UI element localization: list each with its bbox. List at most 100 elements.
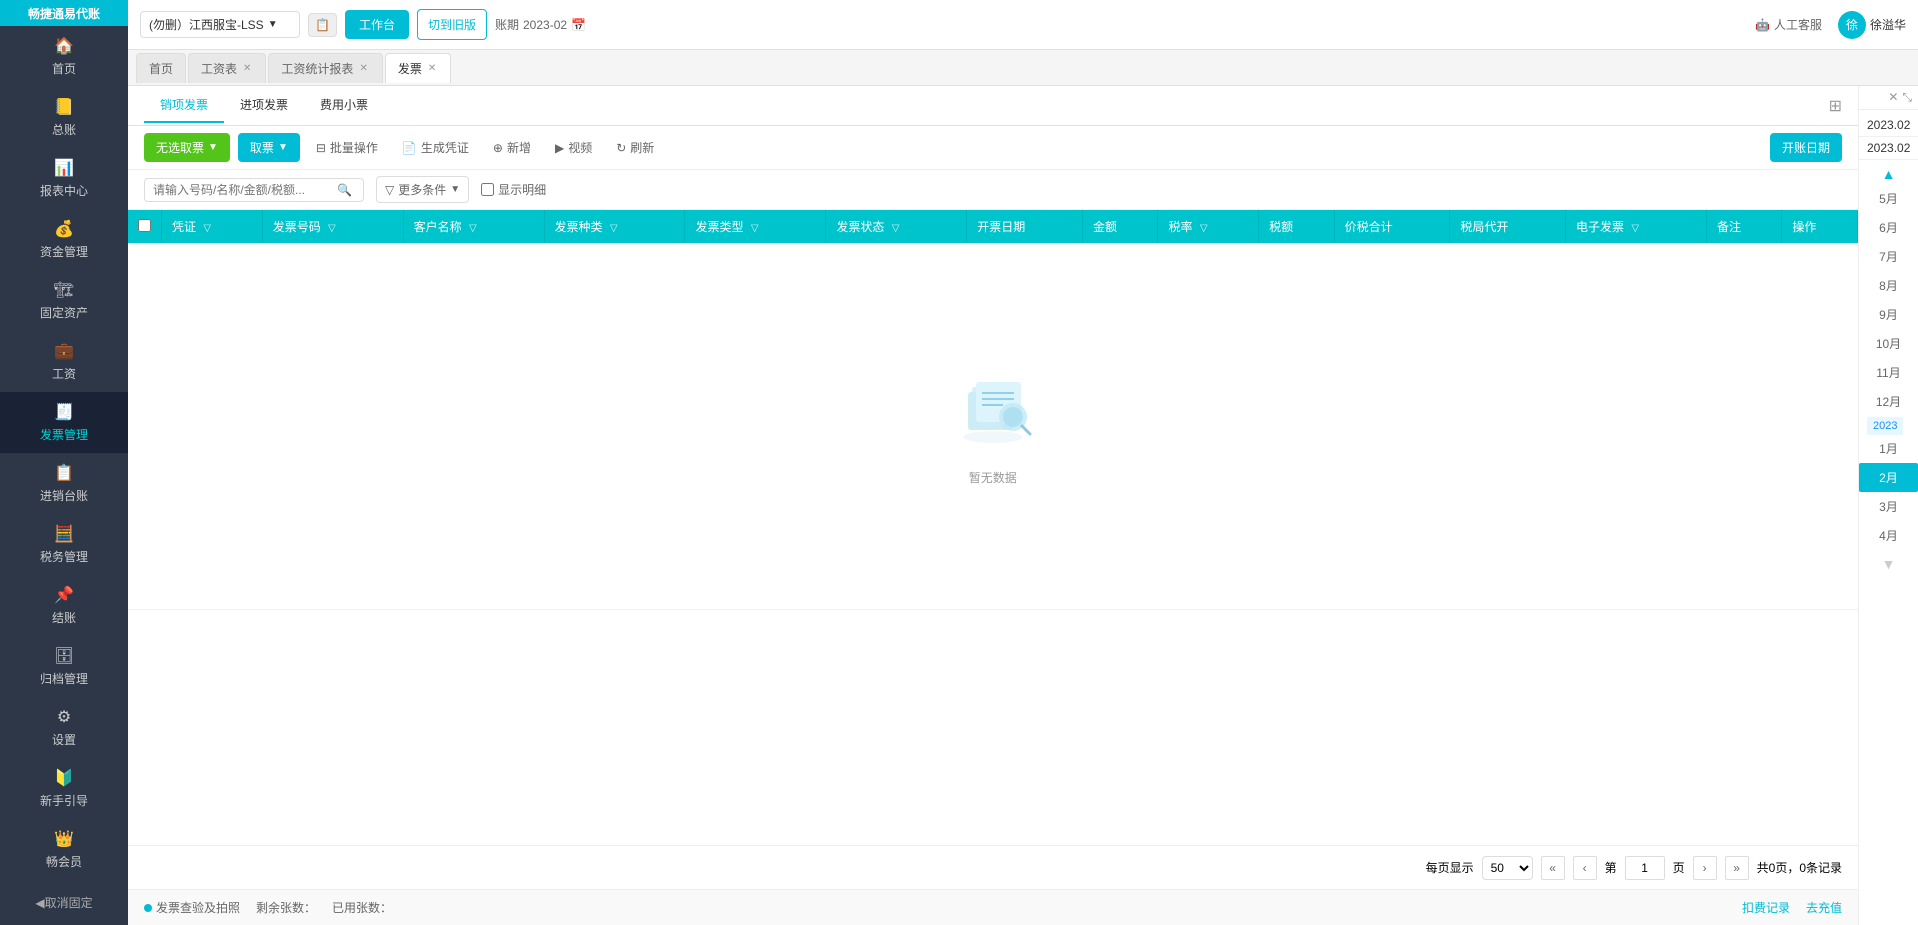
new-button[interactable]: ⊕ 新增	[485, 135, 539, 160]
th-invoice-status-filter-icon[interactable]: ▽	[892, 223, 900, 234]
tab-salary-table-close[interactable]: ✕	[241, 63, 253, 74]
sidebar-item-assets[interactable]: 🏗 固定资产	[0, 270, 128, 331]
last-page-button[interactable]: »	[1725, 856, 1749, 880]
month-12[interactable]: 12月	[1859, 387, 1918, 416]
select-all-checkbox[interactable]	[138, 219, 151, 232]
no-selection-button[interactable]: 无选取票 ▼	[144, 133, 230, 162]
sidebar-item-funds[interactable]: 💰 资金管理	[0, 209, 128, 270]
sidebar-item-salary[interactable]: 💼 工资	[0, 331, 128, 392]
sales-ledger-icon: 📋	[54, 463, 74, 483]
toolbar: 无选取票 ▼ 取票 ▼ ⊟ 批量操作 📄 生成凭证	[128, 126, 1858, 170]
prev-page-button[interactable]: ‹	[1573, 856, 1597, 880]
generate-cert-button[interactable]: 📄 生成凭证	[394, 135, 477, 160]
th-action: 操作	[1782, 210, 1858, 243]
filter-bar: 🔍 ▽ 更多条件 ▼ 显示明细	[128, 170, 1858, 210]
th-electronic-filter-icon[interactable]: ▽	[1631, 223, 1639, 234]
recharge-link[interactable]: 去充值	[1806, 899, 1842, 916]
user-info[interactable]: 徐 徐溢华	[1838, 11, 1906, 39]
home-icon: 🏠	[54, 36, 74, 56]
show-detail-input[interactable]	[481, 183, 494, 196]
th-tax-authority: 税局代开	[1450, 210, 1566, 243]
sub-tab-expense-receipt[interactable]: 费用小票	[304, 88, 384, 123]
sidebar-item-home[interactable]: 🏠 首页	[0, 26, 128, 87]
th-voucher-filter-icon[interactable]: ▽	[203, 223, 211, 234]
month-5[interactable]: 5月	[1859, 184, 1918, 213]
sidebar-item-member[interactable]: 👑 畅会员	[0, 819, 128, 880]
search-input[interactable]	[153, 183, 333, 197]
month-3[interactable]: 3月	[1859, 492, 1918, 521]
archive-icon: 🗄	[54, 646, 74, 666]
first-page-button[interactable]: «	[1541, 856, 1565, 880]
th-invoice-type-filter-icon[interactable]: ▽	[751, 223, 759, 234]
batch-ops-button[interactable]: ⊟ 批量操作	[308, 135, 386, 160]
search-icon[interactable]: 🔍	[337, 183, 352, 197]
date-panel-expand-icon[interactable]: ⤡	[1902, 90, 1912, 105]
sidebar-item-archive[interactable]: 🗄 归档管理	[0, 636, 128, 697]
pagination: 每页显示 50 20 100 « ‹ 第 页 › » 共0页，0条记录	[128, 845, 1858, 889]
tab-salary-stats[interactable]: 工资统计报表 ✕	[268, 53, 382, 83]
tab-salary-stats-close[interactable]: ✕	[357, 63, 369, 74]
footer-dot-icon	[144, 904, 152, 912]
more-filter-button[interactable]: ▽ 更多条件 ▼	[376, 176, 469, 203]
per-page-select[interactable]: 50 20 100	[1482, 856, 1533, 880]
sidebar-item-tax[interactable]: 🧮 税务管理	[0, 514, 128, 575]
th-invoice-number-filter-icon[interactable]: ▽	[328, 223, 336, 234]
month-4[interactable]: 4月	[1859, 521, 1918, 550]
month-8[interactable]: 8月	[1859, 271, 1918, 300]
copy-button[interactable]: 📋	[308, 13, 337, 37]
more-filter-dropdown-icon: ▼	[450, 184, 460, 195]
sidebar-item-settings[interactable]: ⚙ 设置	[0, 697, 128, 758]
month-9[interactable]: 9月	[1859, 300, 1918, 329]
guide-icon: 🔰	[54, 768, 74, 788]
month-2-active[interactable]: 2月	[1859, 463, 1918, 492]
sidebar-item-reports[interactable]: 📊 报表中心	[0, 148, 128, 209]
toolbar-actions: 无选取票 ▼ 取票 ▼ ⊟ 批量操作 📄 生成凭证	[144, 133, 662, 162]
scroll-down-icon[interactable]: ▼	[1863, 556, 1914, 572]
refresh-button[interactable]: ↻ 刷新	[608, 135, 662, 160]
take-invoice-button[interactable]: 取票 ▼	[238, 133, 300, 162]
tab-invoice-close[interactable]: ✕	[426, 63, 438, 74]
month-6[interactable]: 6月	[1859, 213, 1918, 242]
open-period-button[interactable]: 开账日期	[1770, 133, 1842, 162]
next-page-button[interactable]: ›	[1693, 856, 1717, 880]
th-customer-name: 客户名称 ▽	[403, 210, 544, 243]
tab-salary-table[interactable]: 工资表 ✕	[188, 53, 266, 83]
date-panel-close-button[interactable]: ✕	[1888, 90, 1898, 105]
month-11[interactable]: 11月	[1859, 358, 1918, 387]
sub-tab-sales-invoice[interactable]: 销项发票	[144, 88, 224, 123]
add-record-link[interactable]: 扣费记录	[1742, 899, 1790, 916]
month-1[interactable]: 1月	[1859, 434, 1918, 463]
ai-service-button[interactable]: 🤖 人工客服	[1755, 16, 1822, 33]
total-records: 共0页，0条记录	[1757, 859, 1842, 876]
company-selector[interactable]: (勿删）江西服宝-LSS ▼	[140, 11, 300, 38]
tab-home[interactable]: 首页	[136, 53, 186, 83]
show-detail-checkbox[interactable]: 显示明细	[481, 181, 546, 198]
grid-view-icon[interactable]: ⊞	[1829, 96, 1842, 116]
footer-links: 扣费记录 去充值	[1742, 899, 1842, 916]
reports-icon: 📊	[54, 158, 74, 178]
tab-invoice[interactable]: 发票 ✕	[385, 53, 451, 83]
topbar-right: 🤖 人工客服 徐 徐溢华	[1755, 11, 1906, 39]
sidebar-item-ledger[interactable]: 📒 总账	[0, 87, 128, 148]
th-invoice-category-filter-icon[interactable]: ▽	[610, 223, 618, 234]
page-input[interactable]	[1625, 856, 1665, 880]
tax-icon: 🧮	[54, 524, 74, 544]
sidebar-item-sales-ledger[interactable]: 📋 进销台账	[0, 453, 128, 514]
month-7[interactable]: 7月	[1859, 242, 1918, 271]
sidebar-item-guide[interactable]: 🔰 新手引导	[0, 758, 128, 819]
workbench-button[interactable]: 工作台	[345, 10, 409, 39]
search-box: 🔍	[144, 178, 364, 202]
video-button[interactable]: ▶ 视频	[547, 135, 600, 160]
switch-button[interactable]: 切到旧版	[417, 9, 487, 40]
sub-tabs: 销项发票 进项发票 费用小票 ⊞	[128, 86, 1858, 126]
sub-tab-purchase-invoice[interactable]: 进项发票	[224, 88, 304, 123]
th-tax-rate: 税率 ▽	[1158, 210, 1259, 243]
th-customer-name-filter-icon[interactable]: ▽	[469, 223, 477, 234]
sidebar-item-invoice[interactable]: 🧾 发票管理	[0, 392, 128, 453]
unpin-button[interactable]: ◀ 取消固定	[0, 888, 128, 917]
month-10[interactable]: 10月	[1859, 329, 1918, 358]
th-tax-rate-filter-icon[interactable]: ▽	[1200, 223, 1208, 234]
scroll-up-icon[interactable]: ▲	[1863, 166, 1914, 182]
footer-remaining: 剩余张数：	[256, 899, 316, 916]
sidebar-item-closeout[interactable]: 📌 结账	[0, 575, 128, 636]
